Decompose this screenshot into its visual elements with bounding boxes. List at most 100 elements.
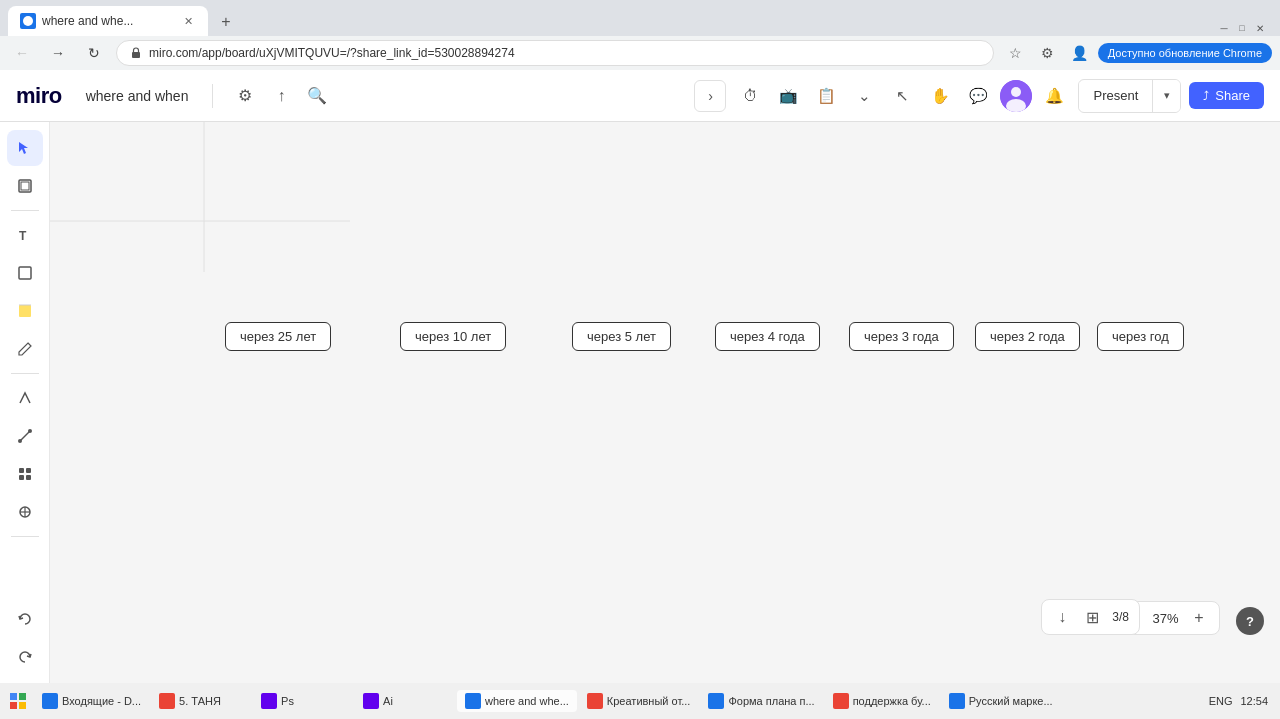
miro-header: miro where and when ⚙ ↑ 🔍 › ⏱ 📺 📋 ⌄ ↖ ✋ … — [0, 70, 1280, 122]
taskbar-favicon — [363, 693, 379, 709]
sidebar-connector-tool[interactable] — [7, 418, 43, 454]
taskbar-items: Входящие - D... 5. ТАНЯPs Ai where and whe.… — [34, 690, 1199, 712]
taskbar-item-forma[interactable]: Форма плана п... — [700, 690, 822, 712]
tab-close-btn[interactable]: ✕ — [180, 13, 196, 29]
taskbar-item-podderzhka[interactable]: поддержка бу... — [825, 690, 939, 712]
time-card-card-1[interactable]: через год — [1097, 322, 1184, 351]
screen-share-btn[interactable]: 📺 — [772, 80, 804, 112]
svg-text:T: T — [19, 229, 27, 243]
active-tab[interactable]: where and whe... ✕ — [8, 6, 208, 36]
timer-btn[interactable]: ⏱ — [734, 80, 766, 112]
sidebar-sticky-tool[interactable] — [7, 293, 43, 329]
forward-btn[interactable]: → — [44, 39, 72, 67]
sidebar-divider-2 — [11, 373, 39, 374]
redo-btn[interactable] — [7, 639, 43, 675]
share-btn[interactable]: ⤴ Share — [1189, 82, 1264, 109]
header-right: › ⏱ 📺 📋 ⌄ ↖ ✋ 💬 🔔 Present ▾ — [694, 79, 1264, 113]
maximize-btn[interactable]: □ — [1234, 20, 1250, 36]
taskbar-item-ps[interactable]: Ps — [253, 690, 353, 712]
sidebar-text-tool[interactable]: T — [7, 217, 43, 253]
taskbar-time: 12:54 — [1240, 695, 1268, 707]
cursor-btn[interactable]: ↖ — [886, 80, 918, 112]
board-title-box: where and when — [78, 84, 197, 108]
header-tools: ⚙ ↑ 🔍 — [229, 80, 333, 112]
frame-grid-btn[interactable]: ⊞ — [1078, 603, 1106, 631]
taskbar-item-market[interactable]: Русский марке... — [941, 690, 1061, 712]
help-btn[interactable]: ? — [1236, 607, 1264, 635]
new-tab-btn[interactable]: + — [212, 8, 240, 36]
zoom-in-btn[interactable]: + — [1187, 606, 1211, 630]
miro-logo[interactable]: miro — [16, 83, 62, 109]
taskbar: Входящие - D... 5. ТАНЯPs Ai where and whe.… — [0, 683, 1280, 719]
sidebar-frames-tool[interactable] — [7, 168, 43, 204]
sidebar-pen-tool[interactable] — [7, 331, 43, 367]
taskbar-favicon — [833, 693, 849, 709]
taskbar-item-where[interactable]: where and whe... — [457, 690, 577, 712]
svg-rect-36 — [19, 693, 26, 700]
profile-btn[interactable]: 👤 — [1066, 39, 1094, 67]
sidebar-apps-tool[interactable] — [7, 494, 43, 530]
taskbar-item-inbox[interactable]: Входящие - D... — [34, 690, 149, 712]
svg-rect-1 — [132, 52, 140, 58]
sidebar-bottom — [7, 601, 43, 675]
settings-btn[interactable]: ⚙ — [229, 80, 261, 112]
taskbar-item-label: Форма плана п... — [728, 695, 814, 707]
sidebar-divider-3 — [11, 536, 39, 537]
extensions-btn[interactable]: ⚙ — [1034, 39, 1062, 67]
present-btn: Present ▾ — [1078, 79, 1181, 113]
present-main-btn[interactable]: Present — [1079, 82, 1152, 109]
miro-app: miro where and when ⚙ ↑ 🔍 › ⏱ 📺 📋 ⌄ ↖ ✋ … — [0, 70, 1280, 683]
url-text: miro.com/app/board/uXjVMITQUVU=/?share_l… — [149, 46, 981, 60]
time-card-card-5[interactable]: через 5 лет — [572, 322, 671, 351]
start-btn[interactable] — [4, 687, 32, 715]
lock-icon — [129, 46, 143, 60]
notes-btn[interactable]: 📋 — [810, 80, 842, 112]
taskbar-favicon — [708, 693, 724, 709]
taskbar-favicon — [159, 693, 175, 709]
svg-line-11 — [20, 431, 30, 441]
board-title[interactable]: where and when — [78, 84, 197, 108]
close-window-btn[interactable]: ✕ — [1252, 20, 1268, 36]
time-card-card-2[interactable]: через 2 года — [975, 322, 1080, 351]
sidebar-arrow-tool[interactable] — [7, 380, 43, 416]
time-card-card-25[interactable]: через 25 лет — [225, 322, 331, 351]
minimize-btn[interactable]: ─ — [1216, 20, 1232, 36]
sidebar-shapes-tool[interactable] — [7, 255, 43, 291]
more-btn[interactable]: ⌄ — [848, 80, 880, 112]
svg-rect-37 — [10, 702, 17, 709]
frame-nav: ↓ ⊞ 3/8 — [1041, 599, 1140, 635]
sidebar-template-tool[interactable] — [7, 456, 43, 492]
taskbar-item-label: Ai — [383, 695, 393, 707]
time-card-card-10[interactable]: через 10 лет — [400, 322, 506, 351]
left-sidebar: T — [0, 122, 50, 683]
time-card-card-3[interactable]: через 3 года — [849, 322, 954, 351]
sidebar-select-tool[interactable] — [7, 130, 43, 166]
share-export-btn[interactable]: ↑ — [265, 80, 297, 112]
frame-download-btn[interactable]: ↓ — [1048, 603, 1076, 631]
undo-btn[interactable] — [7, 601, 43, 637]
tab-favicon — [20, 13, 36, 29]
chat-btn[interactable]: 💬 — [962, 80, 994, 112]
taskbar-item-creative[interactable]: Креативный от... — [579, 690, 699, 712]
chrome-update-badge[interactable]: Доступно обновление Chrome — [1098, 43, 1272, 63]
search-btn[interactable]: 🔍 — [301, 80, 333, 112]
user-avatar[interactable] — [1000, 80, 1032, 112]
svg-rect-14 — [19, 468, 24, 473]
address-box[interactable]: miro.com/app/board/uXjVMITQUVU=/?share_l… — [116, 40, 994, 66]
taskbar-item-tanya[interactable]: 5. ТАНЯ — [151, 690, 251, 712]
svg-rect-9 — [19, 305, 31, 317]
taskbar-item-label: where and whe... — [485, 695, 569, 707]
notification-btn[interactable]: 🔔 — [1038, 80, 1070, 112]
bookmark-btn[interactable]: ☆ — [1002, 39, 1030, 67]
taskbar-favicon — [261, 693, 277, 709]
time-card-card-4[interactable]: через 4 года — [715, 322, 820, 351]
svg-rect-6 — [21, 182, 29, 190]
back-btn[interactable]: ← — [8, 39, 36, 67]
reload-btn[interactable]: ↻ — [80, 39, 108, 67]
taskbar-item-ai[interactable]: Ai — [355, 690, 455, 712]
reactions-btn[interactable]: ✋ — [924, 80, 956, 112]
nav-forward-btn[interactable]: › — [694, 80, 726, 112]
taskbar-item-label: Входящие - D... — [62, 695, 141, 707]
svg-rect-15 — [26, 468, 31, 473]
present-dropdown-btn[interactable]: ▾ — [1152, 80, 1180, 112]
